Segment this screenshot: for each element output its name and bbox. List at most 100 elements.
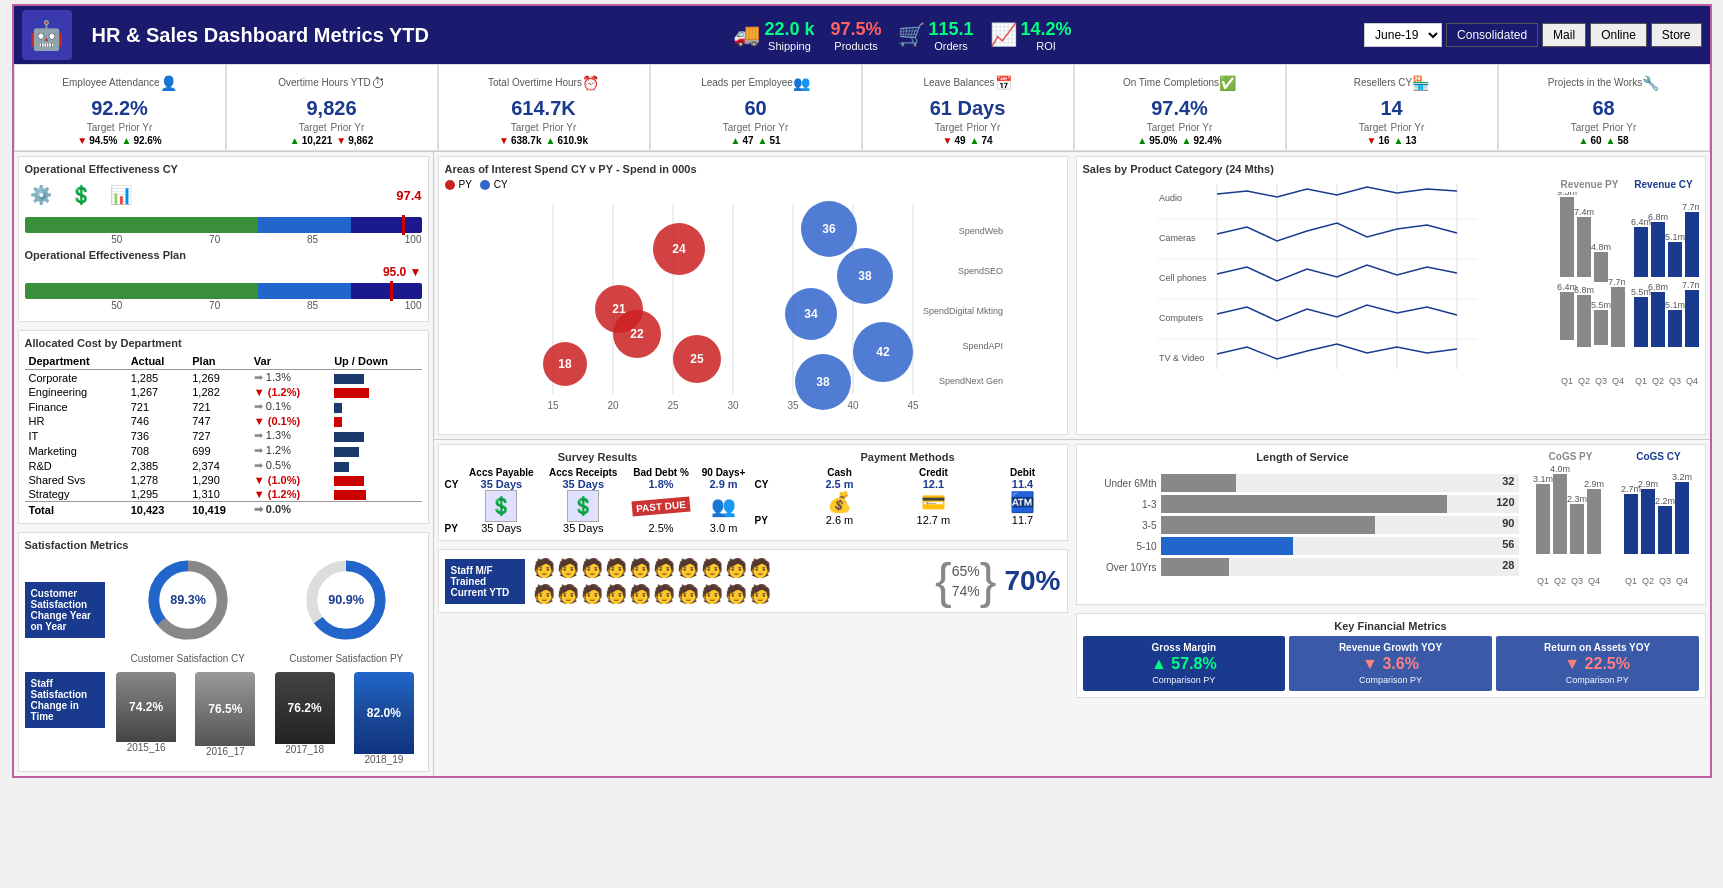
close-brace: } [980,556,997,606]
open-brace: { [935,556,952,606]
spend-legend: PY CY [445,179,1061,190]
svg-text:7.7m: 7.7m [1607,277,1624,287]
male-pct: 65% [952,563,980,579]
oe-icon-3: 📊 [105,179,137,211]
female-figure: 🧑 [653,583,675,605]
female-figures-row: 🧑 🧑 🧑 🧑 🧑 🧑 🧑 🧑 🧑 🧑 [533,583,928,605]
female-figure: 🧑 [701,583,723,605]
oe-icon-2: 💲 [65,179,97,211]
svg-text:4.8m: 4.8m [1590,242,1610,252]
leads-title: Leads per Employee 👥 [655,69,857,97]
table-row: Shared Svs 1,278 1,290 ▼ (1.0%) [25,473,422,487]
staff-year-4: 2018_19 [364,754,403,765]
bd-py: 2.5% [625,522,696,534]
leads-value: 60 [655,97,857,120]
svg-text:Q2: Q2 [1641,576,1653,586]
kpi-roi: 📈 14.2% ROI [990,19,1072,52]
svg-text:34: 34 [804,307,818,321]
credit-col: Credit [882,467,984,478]
tab-online[interactable]: Online [1590,23,1647,47]
svg-rect-68 [1577,295,1591,347]
svg-text:6.8m: 6.8m [1647,212,1667,222]
survey-payment-grid: Survey Results Accs Payable Accs Receipt… [445,451,1061,534]
oe-icon-1: ⚙️ [25,179,57,211]
oe-gauge2: 507085100 [25,283,422,311]
bd-icon: PAST DUE [625,490,696,522]
overtime-ytd-value: 9,826 [231,97,433,120]
los-row-10yrs: Over 10Yrs 28 [1087,558,1519,576]
bd-cy: 1.8% [625,478,696,490]
donut-cy-svg: 89.3% [143,555,233,645]
cogs-cy-svg: 2.7m 2.9m 2.2m 3.2m Q1 Q2 Q3 [1619,464,1699,594]
oe-value2: 95.0 ▼ [25,265,422,279]
customer-satisfaction-py: 90.9% Customer Satisfaction PY [271,555,422,664]
staff-mf-label: Staff M/F Trained Current YTD [445,559,525,604]
ap-icon: 💲 [462,490,541,522]
svg-text:TV & Video: TV & Video [1159,353,1204,363]
kpi-card-overtime-ytd: Overtime Hours YTD ⏱ 9,826 Target Prior … [226,64,438,151]
survey-results: Survey Results Accs Payable Accs Receipt… [445,451,751,534]
female-figure: 🧑 [629,583,651,605]
svg-text:Cameras: Cameras [1159,233,1196,243]
oe-marker1 [402,215,405,235]
female-figure: 🧑 [581,583,603,605]
los-val-10yrs: 28 [1502,559,1514,571]
svg-text:15: 15 [547,400,559,411]
dept-title: Allocated Cost by Department [25,337,422,349]
kfm-revenue-growth: Revenue Growth YOY ▼ 3.6% Comparison PY [1289,636,1492,691]
kpi-card-attendance: Employee Attendance 👤 92.2% Target Prior… [14,64,226,151]
kpi-card-leave: Leave Balances 📅 61 Days Target Prior Yr… [862,64,1074,151]
rev-cy-svg: 6.4m 6.8m 5.1m 7.7m 5.5m 6.8m [1629,192,1699,392]
svg-text:40: 40 [847,400,859,411]
sales-lines-svg: Audio Cameras Cell phones Computers TV &… [1083,179,1551,389]
cy-row-label: CY [445,478,462,490]
header-kpis: 🚚 22.0 k Shipping 97.5% Products 🛒 [449,19,1356,52]
attendance-title: Employee Attendance 👤 [19,69,221,97]
kpi-card-resellers: Resellers CY 🏪 14 Target Prior Yr ▼16 ▲1… [1286,64,1498,151]
table-row: HR 746 747 ▼ (0.1%) [25,414,422,428]
los-fill-6mth [1161,474,1236,492]
date-select[interactable]: June-19 [1364,23,1442,47]
total-overtime-title: Total Overtime Hours ⏰ [443,69,645,97]
rg-value: ▼ 3.6% [1295,655,1486,673]
female-figure: 🧑 [557,583,579,605]
accs-receipts-col: Accs Receipts [541,467,625,478]
table-row: Corporate 1,285 1,269 ➡ 1.3% [25,370,422,386]
svg-rect-100 [1553,474,1567,554]
payment-title: Payment Methods [755,451,1061,463]
projects-title: Projects in the Works 🔧 [1503,69,1705,97]
col-updown: Up / Down [330,353,421,370]
tab-mail[interactable]: Mail [1542,23,1586,47]
svg-text:3.2m: 3.2m [1671,472,1691,482]
los-row-6mth: Under 6Mth 32 [1087,474,1519,492]
svg-text:20: 20 [607,400,619,411]
ra-title: Return on Assets YOY [1502,642,1693,653]
cogs-py: CoGS PY 3.1m 4.0m 2.3m 2.9m [1531,451,1611,598]
bubble-chart-svg: 15 20 25 30 35 40 45 SpendWeb SpendSEO S… [445,194,1061,424]
length-section: Length of Service Under 6Mth 32 [1076,444,1706,605]
ninety-days-col: 90 Days+ [697,467,751,478]
svg-text:Cell phones: Cell phones [1159,273,1207,283]
svg-text:25: 25 [667,400,679,411]
svg-text:9.3m: 9.3m [1556,192,1576,197]
tab-store[interactable]: Store [1651,23,1702,47]
roi-label: ROI [1021,40,1072,52]
nd-py: 3.0 m [697,522,751,534]
svg-text:18: 18 [558,357,572,371]
svg-rect-86 [1634,297,1648,347]
customer-satisfaction-label: Customer Satisfaction Change Year on Yea… [25,582,105,638]
kfm-return-assets: Return on Assets YOY ▼ 22.5% Comparison … [1496,636,1699,691]
los-label-6mth: Under 6Mth [1087,478,1157,489]
table-row: Marketing 708 699 ➡ 1.2% [25,443,422,458]
oe-value1: 97.4 [145,188,422,203]
tab-consolidated[interactable]: Consolidated [1446,23,1538,47]
table-row: Engineering 1,267 1,282 ▼ (1.2%) [25,385,422,399]
bottom-row: Survey Results Accs Payable Accs Receipt… [434,440,1710,702]
los-label-1-3: 1-3 [1087,499,1157,510]
leave-value: 61 Days [867,97,1069,120]
svg-text:7.7m: 7.7m [1681,280,1698,290]
col-plan: Plan [188,353,250,370]
table-row: Finance 721 721 ➡ 0.1% [25,399,422,414]
staff-bars: 74.2% 2015_16 76.5% 2016_17 [109,672,422,765]
ra-value: ▼ 22.5% [1502,655,1693,673]
